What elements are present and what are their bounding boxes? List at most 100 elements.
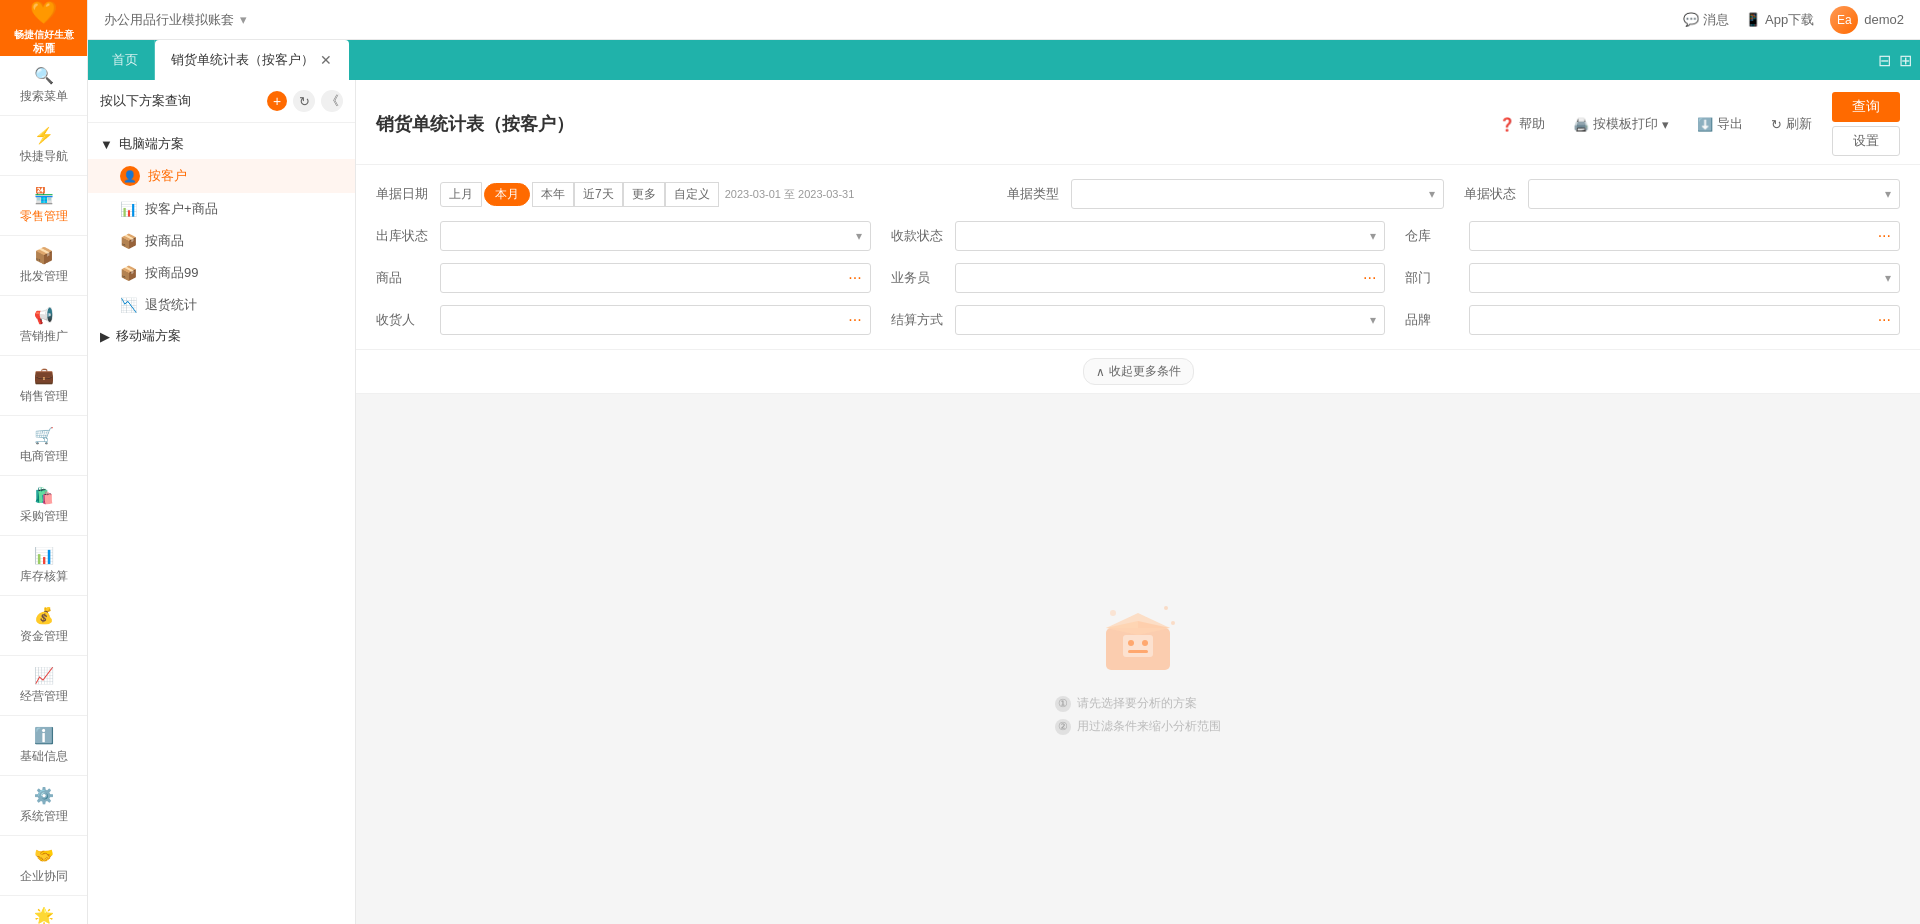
sidebar-item-label: 搜索菜单 — [20, 88, 68, 105]
out-status-input[interactable]: ▾ — [440, 221, 871, 251]
tree-item-by-customer-goods[interactable]: 📊 按客户+商品 — [88, 193, 355, 225]
date-btn-this-month[interactable]: 本月 — [484, 183, 530, 206]
tree-group-mobile-label: 移动端方案 — [116, 327, 181, 345]
tree-item-by-goods[interactable]: 📦 按商品 — [88, 225, 355, 257]
goods-input[interactable]: ··· — [440, 263, 871, 293]
refresh-scheme-icon[interactable]: ↻ — [293, 90, 315, 112]
enterprise-icon: 🤝 — [34, 846, 54, 865]
industry-dropdown-icon[interactable]: ▾ — [240, 12, 247, 27]
out-status-dropdown-icon: ▾ — [856, 229, 862, 243]
date-btn-this-year[interactable]: 本年 — [532, 182, 574, 207]
collect-status-input[interactable]: ▾ — [955, 221, 1386, 251]
brand-input[interactable]: ··· — [1469, 305, 1900, 335]
collapse-button[interactable]: ∧ 收起更多条件 — [1083, 358, 1194, 385]
sidebar-item-search[interactable]: 🔍 搜索菜单 — [0, 56, 88, 116]
filter-row-3: 商品 ··· 业务员 ··· 部门 — [376, 263, 1900, 293]
svg-rect-4 — [1128, 650, 1148, 653]
doc-type-input[interactable]: ▾ — [1071, 179, 1443, 209]
basic-info-icon: ℹ️ — [34, 726, 54, 745]
sidebar-item-label: 快捷导航 — [20, 148, 68, 165]
sidebar-item-wholesale[interactable]: 📦 批发管理 — [0, 236, 88, 296]
tab-maximize-icon[interactable]: ⊞ — [1899, 51, 1912, 70]
tree-group-mobile-header[interactable]: ▶ 移动端方案 — [88, 321, 355, 351]
warehouse-ellipsis-icon[interactable]: ··· — [1878, 227, 1891, 245]
sidebar-item-label: 经营管理 — [20, 688, 68, 705]
sidebar-item-enterprise[interactable]: 🤝 企业协同 — [0, 836, 88, 896]
empty-state: ① 请先选择要分析的方案 ② 用过滤条件来缩小分析范围 — [356, 394, 1920, 924]
svg-point-2 — [1128, 640, 1134, 646]
purchase-icon: 🛍️ — [34, 486, 54, 505]
export-button[interactable]: ⬇️ 导出 — [1689, 111, 1751, 137]
tab-sales-summary[interactable]: 销货单统计表（按客户） ✕ — [155, 40, 349, 80]
tree-item-return-stats[interactable]: 📉 退货统计 — [88, 289, 355, 321]
sidebar-item-label: 企业协同 — [20, 868, 68, 885]
refresh-label: 刷新 — [1786, 115, 1812, 133]
help-button[interactable]: ❓ 帮助 — [1491, 111, 1553, 137]
goods-label: 商品 — [376, 269, 432, 287]
collapse-scheme-icon[interactable]: 《 — [321, 90, 343, 112]
date-btn-more[interactable]: 更多 — [623, 182, 665, 207]
scheme-panel: 按以下方案查询 + ↻ 《 ▼ 电脑端方案 👤 按客户 — [88, 80, 356, 924]
scheme-tree: ▼ 电脑端方案 👤 按客户 📊 按客户+商品 📦 按商品 — [88, 123, 355, 924]
sidebar-item-label: 系统管理 — [20, 808, 68, 825]
message-button[interactable]: 💬 消息 — [1683, 11, 1729, 29]
sidebar: 🧡 畅捷信好生意 标雁 🔍 搜索菜单 ⚡ 快捷导航 🏪 零售管理 📦 批发管理 … — [0, 0, 88, 924]
date-btn-last-7[interactable]: 近7天 — [574, 182, 623, 207]
sidebar-item-sales-mgmt[interactable]: 💼 销售管理 — [0, 356, 88, 416]
tab-home[interactable]: 首页 — [96, 40, 155, 80]
sidebar-item-basic-info[interactable]: ℹ️ 基础信息 — [0, 716, 88, 776]
filter-item-warehouse: 仓库 ··· — [1405, 221, 1900, 251]
top-header: 办公用品行业模拟账套 ▾ 💬 消息 📱 App下载 Ea demo2 — [88, 0, 1920, 40]
date-btn-last-month[interactable]: 上月 — [440, 182, 482, 207]
sidebar-item-operations[interactable]: 📈 经营管理 — [0, 656, 88, 716]
refresh-button[interactable]: ↻ 刷新 — [1763, 111, 1820, 137]
add-scheme-button[interactable]: + — [267, 91, 287, 111]
sidebar-item-label: 库存核算 — [20, 568, 68, 585]
sidebar-item-finance[interactable]: 💰 资金管理 — [0, 596, 88, 656]
app-logo[interactable]: 🧡 畅捷信好生意 标雁 — [0, 0, 88, 56]
collapse-label: 收起更多条件 — [1109, 363, 1181, 380]
salesperson-ellipsis-icon[interactable]: ··· — [1363, 269, 1376, 287]
svg-rect-1 — [1123, 635, 1153, 657]
salesperson-input[interactable]: ··· — [955, 263, 1386, 293]
goods-ellipsis-icon[interactable]: ··· — [848, 269, 861, 287]
sidebar-item-ecommerce[interactable]: 🛒 电商管理 — [0, 416, 88, 476]
user-name: demo2 — [1864, 12, 1904, 27]
svg-point-6 — [1164, 606, 1168, 610]
sidebar-item-marketing[interactable]: 📢 营销推广 — [0, 296, 88, 356]
sidebar-item-retail[interactable]: 🏪 零售管理 — [0, 176, 88, 236]
user-profile-button[interactable]: Ea demo2 — [1830, 6, 1904, 34]
page-actions: ❓ 帮助 🖨️ 按模板打印 ▾ ⬇️ 导出 ↻ 刷新 — [1491, 92, 1900, 156]
template-print-label: 按模板打印 — [1593, 115, 1658, 133]
receiver-input[interactable]: ··· — [440, 305, 871, 335]
sidebar-item-system[interactable]: ⚙️ 系统管理 — [0, 776, 88, 836]
empty-icon — [1088, 583, 1188, 683]
tree-group-pc-header[interactable]: ▼ 电脑端方案 — [88, 129, 355, 159]
sidebar-item-purchase[interactable]: 🛍️ 采购管理 — [0, 476, 88, 536]
date-btn-custom[interactable]: 自定义 — [665, 182, 719, 207]
sidebar-item-new-guide[interactable]: 🌟 新手引导 — [0, 896, 88, 924]
dept-input[interactable]: ▾ — [1469, 263, 1900, 293]
tree-item-label: 按客户+商品 — [145, 200, 218, 218]
dept-dropdown-icon: ▾ — [1885, 271, 1891, 285]
industry-title: 办公用品行业模拟账套 — [104, 11, 234, 29]
brand-ellipsis-icon[interactable]: ··· — [1878, 311, 1891, 329]
refresh-icon: ↻ — [1771, 117, 1782, 132]
sidebar-item-quick-nav[interactable]: ⚡ 快捷导航 — [0, 116, 88, 176]
help-icon: ❓ — [1499, 117, 1515, 132]
template-print-button[interactable]: 🖨️ 按模板打印 ▾ — [1565, 111, 1677, 137]
tree-item-by-customer[interactable]: 👤 按客户 — [88, 159, 355, 193]
payment-input[interactable]: ▾ — [955, 305, 1386, 335]
tab-minimize-icon[interactable]: ⊟ — [1878, 51, 1891, 70]
doc-status-input[interactable]: ▾ — [1528, 179, 1900, 209]
warehouse-input[interactable]: ··· — [1469, 221, 1900, 251]
sidebar-item-inventory[interactable]: 📊 库存核算 — [0, 536, 88, 596]
receiver-ellipsis-icon[interactable]: ··· — [848, 311, 861, 329]
main-area: 办公用品行业模拟账套 ▾ 💬 消息 📱 App下载 Ea demo2 首页 — [88, 0, 1920, 924]
query-button[interactable]: 查询 — [1832, 92, 1900, 122]
tab-close-icon[interactable]: ✕ — [320, 52, 332, 68]
export-label: 导出 — [1717, 115, 1743, 133]
tree-item-by-goods-99[interactable]: 📦 按商品99 — [88, 257, 355, 289]
app-download-button[interactable]: 📱 App下载 — [1745, 11, 1814, 29]
settings-button[interactable]: 设置 — [1832, 126, 1900, 156]
